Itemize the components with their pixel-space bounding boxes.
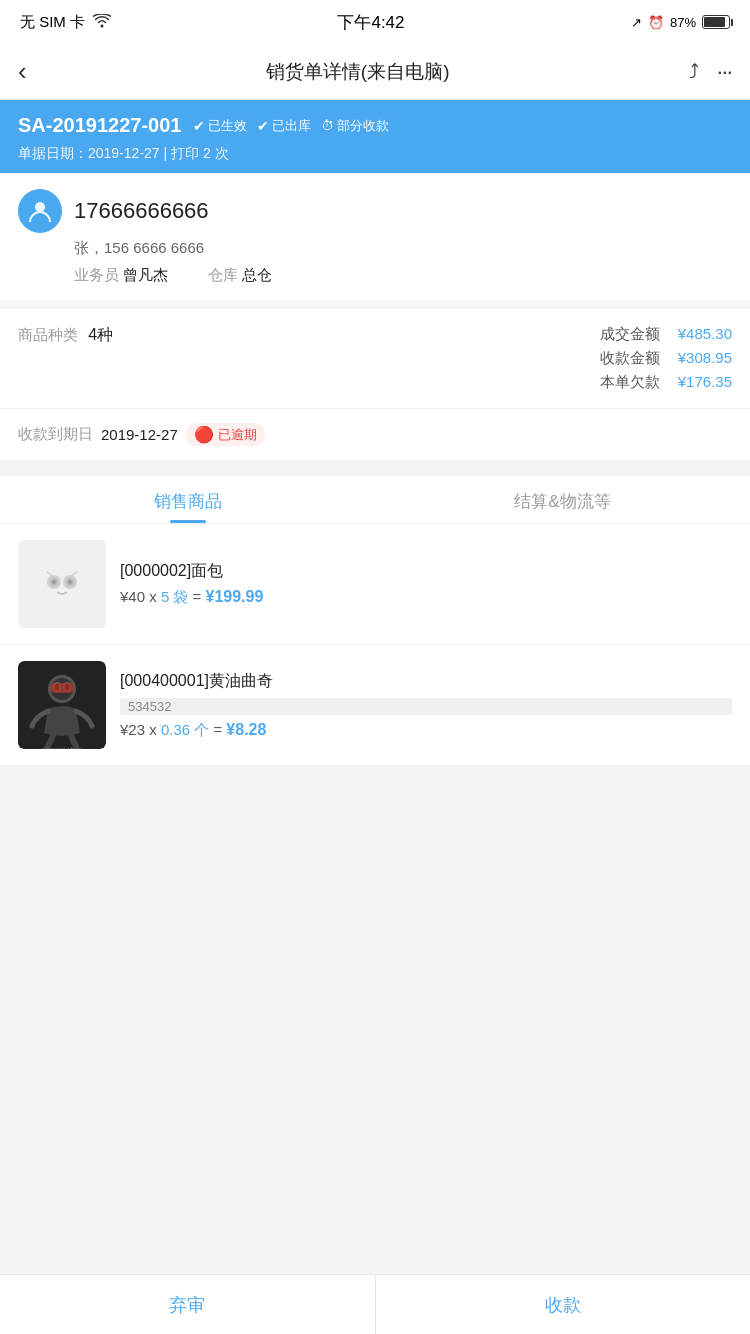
receipt-label: 收款金额 — [600, 349, 660, 368]
location-icon: ↗ — [631, 15, 642, 30]
carrier-text: 无 SIM 卡 — [20, 13, 85, 32]
more-button[interactable]: ··· — [717, 59, 732, 85]
customer-meta: 业务员 曾凡杰 仓库 总仓 — [74, 266, 732, 285]
customer-contact: 张，156 6666 6666 — [74, 239, 732, 258]
nav-bar: ‹ 销货单详情(来自电脑) ⤴ ··· — [0, 44, 750, 100]
due-date-label: 收款到期日 — [18, 425, 93, 444]
customer-section: 17666666666 张，156 6666 6666 业务员 曾凡杰 仓库 总… — [0, 173, 750, 301]
order-date-info: 单据日期：2019-12-27 | 打印 2 次 — [18, 145, 732, 163]
back-button[interactable]: ‹ — [18, 56, 27, 87]
svg-rect-1 — [32, 554, 92, 614]
status-badge-partial: ⏱ 部分收款 — [321, 117, 389, 135]
product-info-1: [0000002]面包 ¥40 x 5 袋 = ¥199.99 — [120, 540, 732, 628]
amount-summary: 成交金额 ¥485.30 收款金额 ¥308.95 本单欠款 ¥176.35 — [600, 325, 732, 392]
svg-text:diamond whale: diamond whale — [42, 746, 83, 749]
transaction-row: 成交金额 ¥485.30 — [600, 325, 732, 344]
list-item: diamond whale [000400001]黄油曲奇 534532 ¥23… — [0, 645, 750, 766]
svg-rect-15 — [50, 683, 74, 693]
svg-point-6 — [52, 580, 56, 584]
share-button[interactable]: ⤴ — [689, 60, 699, 83]
debt-amount: ¥176.35 — [678, 373, 732, 392]
debt-row: 本单欠款 ¥176.35 — [600, 373, 732, 392]
product-info-2: [000400001]黄油曲奇 534532 ¥23 x 0.36 个 = ¥8… — [120, 661, 732, 749]
avatar — [18, 189, 62, 233]
product-code-2: [000400001]黄油曲奇 — [120, 671, 732, 692]
status-badges: ✔ 已生效 ✔ 已出库 ⏱ 部分收款 — [193, 117, 389, 135]
status-badge-active: ✔ 已生效 — [193, 117, 247, 135]
salesperson-field: 业务员 曾凡杰 — [74, 266, 168, 285]
product-code-1: [0000002]面包 — [120, 561, 732, 582]
due-date-value: 2019-12-27 — [101, 426, 178, 443]
overdue-text: 已逾期 — [218, 426, 257, 444]
overdue-icon: 🔴 — [194, 425, 214, 444]
tab-bar: 销售商品 结算&物流等 — [0, 476, 750, 524]
warehouse-label: 仓库 — [208, 266, 238, 283]
status-badge-shipped: ✔ 已出库 — [257, 117, 311, 135]
list-item: [0000002]面包 ¥40 x 5 袋 = ¥199.99 — [0, 524, 750, 645]
product-tag-2: 534532 — [120, 698, 732, 715]
confirm-button[interactable]: 收款 — [376, 1275, 751, 1334]
category-value: 4种 — [88, 326, 113, 343]
alarm-icon: ⏰ — [648, 15, 664, 30]
status-right: ↗ ⏰ 87% — [631, 15, 730, 30]
tab-products[interactable]: 销售商品 — [0, 476, 375, 523]
svg-point-0 — [35, 202, 45, 212]
header-banner: SA-20191227-001 ✔ 已生效 ✔ 已出库 ⏱ 部分收款 单据日期：… — [0, 100, 750, 173]
salesperson-value: 曾凡杰 — [123, 266, 168, 283]
status-left: 无 SIM 卡 — [20, 13, 111, 32]
bottom-bar: 弃审 收款 — [0, 1274, 750, 1334]
transaction-amount: ¥485.30 — [678, 325, 732, 344]
product-price-2: ¥23 x 0.36 个 = ¥8.28 — [120, 721, 732, 740]
divider-2 — [0, 460, 750, 468]
product-price-1: ¥40 x 5 袋 = ¥199.99 — [120, 588, 732, 607]
products-list: [0000002]面包 ¥40 x 5 袋 = ¥199.99 — [0, 524, 750, 766]
order-id: SA-20191227-001 — [18, 114, 181, 137]
debt-label: 本单欠款 — [600, 373, 660, 392]
transaction-label: 成交金额 — [600, 325, 660, 344]
receipt-row: 收款金额 ¥308.95 — [600, 349, 732, 368]
nav-actions: ⤴ ··· — [689, 59, 732, 85]
product-image-1 — [18, 540, 106, 628]
cancel-button[interactable]: 弃审 — [0, 1275, 376, 1334]
category-summary: 商品种类 4种 — [18, 325, 113, 346]
svg-point-7 — [68, 580, 72, 584]
overdue-badge: 🔴 已逾期 — [186, 423, 265, 446]
due-date-section: 收款到期日 2019-12-27 🔴 已逾期 — [0, 408, 750, 460]
status-time: 下午4:42 — [337, 11, 404, 34]
product-image-2: diamond whale — [18, 661, 106, 749]
bottom-spacer — [0, 766, 750, 846]
summary-section: 商品种类 4种 成交金额 ¥485.30 收款金额 ¥308.95 本单欠款 ¥… — [0, 309, 750, 408]
battery-icon — [702, 15, 730, 29]
divider-1 — [0, 301, 750, 309]
receipt-amount: ¥308.95 — [678, 349, 732, 368]
tab-settlement[interactable]: 结算&物流等 — [375, 476, 750, 523]
status-bar: 无 SIM 卡 下午4:42 ↗ ⏰ 87% — [0, 0, 750, 44]
warehouse-field: 仓库 总仓 — [208, 266, 272, 285]
customer-id: 17666666666 — [74, 198, 209, 224]
salesperson-label: 业务员 — [74, 266, 119, 283]
page-title: 销货单详情(来自电脑) — [266, 59, 450, 85]
wifi-icon — [93, 14, 111, 31]
category-label: 商品种类 — [18, 326, 78, 343]
battery-percent: 87% — [670, 15, 696, 30]
warehouse-value: 总仓 — [242, 266, 272, 283]
